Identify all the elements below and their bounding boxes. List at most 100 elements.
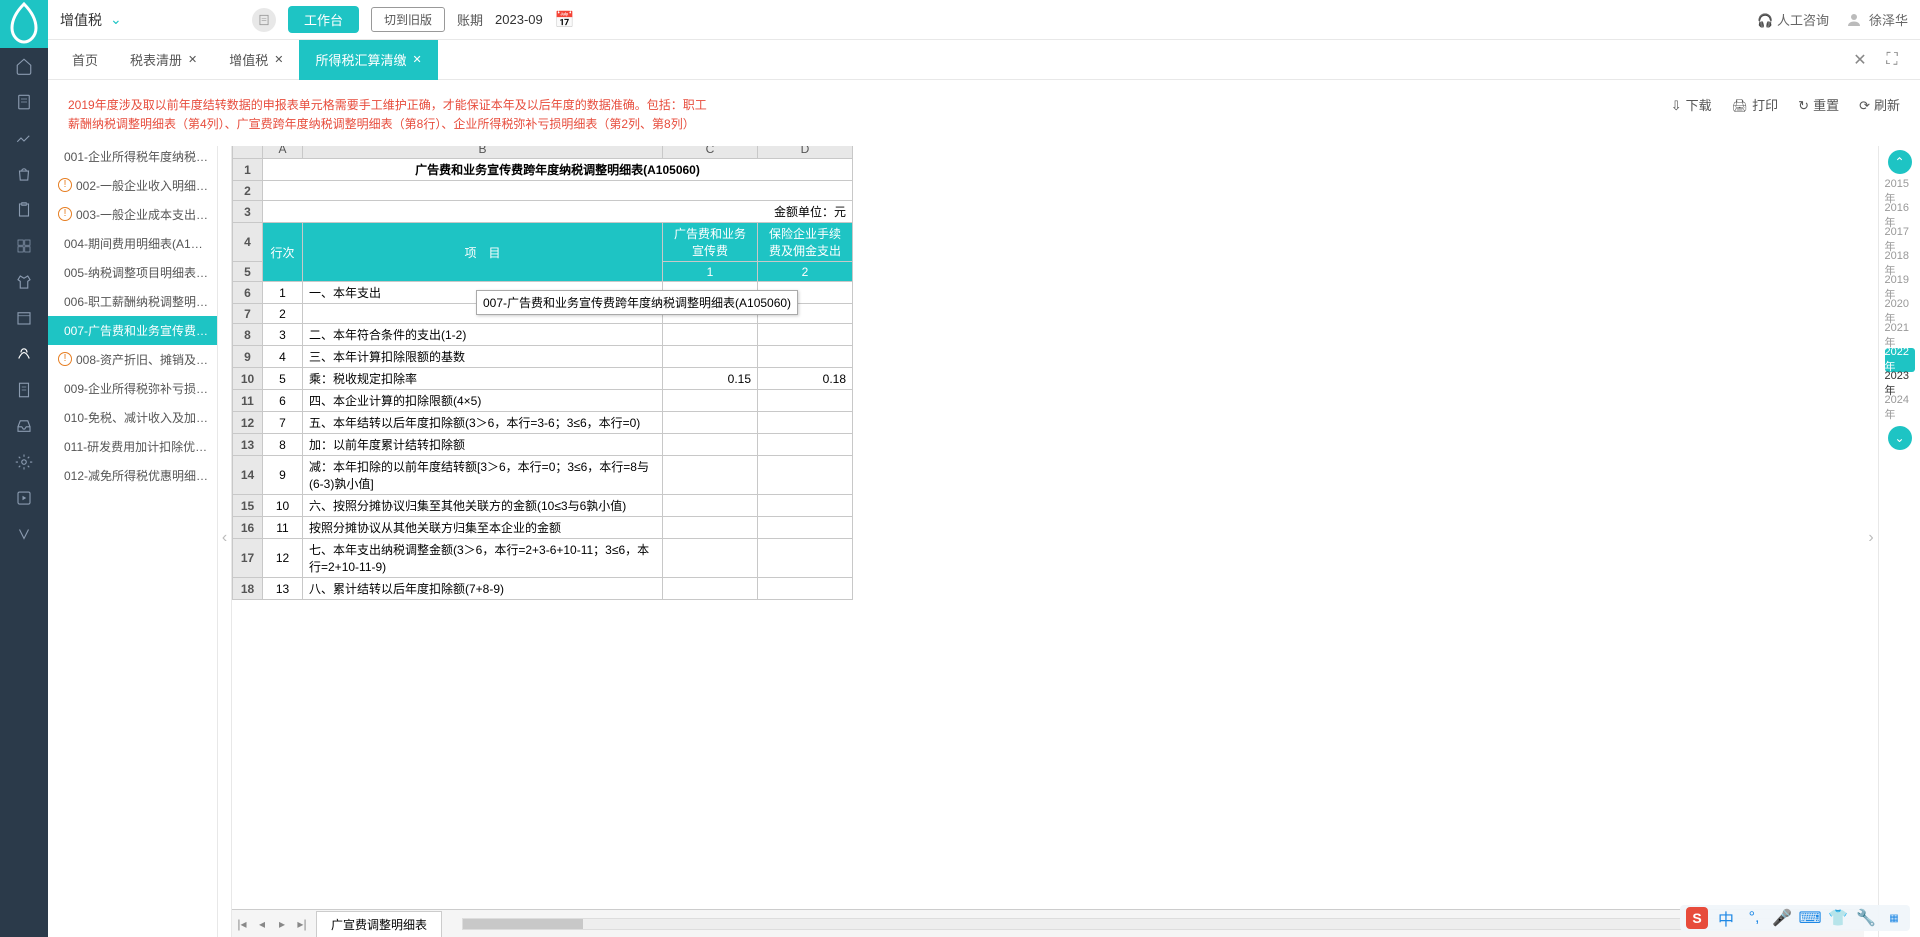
nav-shirt-icon[interactable] bbox=[0, 264, 48, 300]
cell-d-13[interactable] bbox=[758, 434, 853, 456]
form-item-1[interactable]: 002-一般企业收入明细表(A... bbox=[48, 171, 217, 200]
workspace-button[interactable]: 工作台 bbox=[288, 6, 359, 33]
ime-mic-icon[interactable]: 🎤 bbox=[1772, 908, 1792, 928]
calendar-icon[interactable]: 📅 bbox=[555, 10, 575, 30]
cell-d-9[interactable] bbox=[758, 346, 853, 368]
cell-d-8[interactable] bbox=[758, 324, 853, 346]
nav-chart-icon[interactable] bbox=[0, 120, 48, 156]
form-item-6[interactable]: 007-广告费和业务宣传费跨... bbox=[48, 316, 217, 345]
sheet-nav[interactable]: |◂◂▸▸| bbox=[232, 917, 312, 931]
tab-close-icon[interactable]: ✕ bbox=[188, 53, 197, 66]
right-collapse[interactable]: › bbox=[1864, 138, 1878, 937]
nav-play-icon[interactable] bbox=[0, 480, 48, 516]
nav-calendar-icon[interactable] bbox=[0, 300, 48, 336]
cell-c-11[interactable] bbox=[663, 390, 758, 412]
sheet-tab[interactable]: 广宣费调整明细表 bbox=[316, 911, 442, 937]
expand-icon[interactable]: ⛶ bbox=[1880, 48, 1904, 72]
form-item-11[interactable]: 012-减免所得税优惠明细表(... bbox=[48, 461, 217, 490]
year-2017年[interactable]: 2017年 bbox=[1885, 228, 1915, 252]
refresh-button[interactable]: ⟳ 刷新 bbox=[1859, 96, 1900, 117]
spreadsheet[interactable]: ABCD1广告费和业务宣传费跨年度纳税调整明细表(A105060)23金额单位：… bbox=[232, 138, 1864, 909]
nav-tax-icon[interactable] bbox=[0, 336, 48, 372]
download-button[interactable]: ⇩ 下载 bbox=[1671, 96, 1712, 117]
cell-c-15[interactable] bbox=[663, 495, 758, 517]
user-menu[interactable]: 徐泽华 bbox=[1845, 10, 1908, 29]
cell-d-12[interactable] bbox=[758, 412, 853, 434]
app-name-dropdown[interactable]: 增值税 ⌄ bbox=[60, 10, 240, 30]
switch-old-button[interactable]: 切到旧版 bbox=[371, 7, 445, 32]
close-all-icon[interactable]: ✕ bbox=[1848, 48, 1872, 72]
nav-doc-icon[interactable] bbox=[0, 84, 48, 120]
nav-clipboard-icon[interactable] bbox=[0, 192, 48, 228]
form-item-5[interactable]: 006-职工薪酬纳税调整明细... bbox=[48, 287, 217, 316]
cell-c-8[interactable] bbox=[663, 324, 758, 346]
cell-d-14[interactable] bbox=[758, 456, 853, 495]
cell-d-16[interactable] bbox=[758, 517, 853, 539]
ime-punct-icon[interactable]: °, bbox=[1744, 908, 1764, 928]
nav-inbox-icon[interactable] bbox=[0, 408, 48, 444]
row-title: 四、本企业计算的扣除限额(4×5) bbox=[303, 390, 663, 412]
nav-receipt-icon[interactable] bbox=[0, 372, 48, 408]
year-2016年[interactable]: 2016年 bbox=[1885, 204, 1915, 228]
ime-lang[interactable]: 中 bbox=[1716, 908, 1736, 928]
form-item-10[interactable]: 011-研发费用加计扣除优惠... bbox=[48, 432, 217, 461]
tab-1[interactable]: 税表清册✕ bbox=[114, 40, 213, 80]
year-up-icon[interactable]: ⌃ bbox=[1888, 150, 1912, 174]
cell-d-15[interactable] bbox=[758, 495, 853, 517]
year-2020年[interactable]: 2020年 bbox=[1885, 300, 1915, 324]
year-down-icon[interactable]: ⌄ bbox=[1888, 426, 1912, 450]
support-link[interactable]: 🎧 人工咨询 bbox=[1757, 10, 1829, 29]
hscrollbar[interactable] bbox=[462, 918, 1864, 930]
cell-d-10[interactable]: 0.18 bbox=[758, 368, 853, 390]
cell-d-17[interactable] bbox=[758, 539, 853, 578]
tooltip: 007-广告费和业务宣传费跨年度纳税调整明细表(A105060) bbox=[476, 290, 798, 315]
ime-s-icon[interactable]: S bbox=[1686, 907, 1708, 929]
year-2021年[interactable]: 2021年 bbox=[1885, 324, 1915, 348]
chevron-down-icon: ⌄ bbox=[110, 11, 122, 28]
form-item-2[interactable]: 003-一般企业成本支出明细... bbox=[48, 200, 217, 229]
cell-c-10[interactable]: 0.15 bbox=[663, 368, 758, 390]
period-label: 账期 bbox=[457, 10, 483, 29]
year-2018年[interactable]: 2018年 bbox=[1885, 252, 1915, 276]
cell-c-12[interactable] bbox=[663, 412, 758, 434]
nav-v-icon[interactable] bbox=[0, 516, 48, 552]
form-item-9[interactable]: 010-免税、减计收入及加计... bbox=[48, 403, 217, 432]
cell-c-14[interactable] bbox=[663, 456, 758, 495]
ime-grid-icon[interactable]: ▦ bbox=[1884, 908, 1904, 928]
ime-tool-icon[interactable]: 🔧 bbox=[1856, 908, 1876, 928]
print-button[interactable]: 🖨 打印 bbox=[1732, 96, 1779, 117]
cell-c-18[interactable] bbox=[663, 578, 758, 600]
cell-c-17[interactable] bbox=[663, 539, 758, 578]
cell-c-16[interactable] bbox=[663, 517, 758, 539]
year-2015年[interactable]: 2015年 bbox=[1885, 180, 1915, 204]
tab-close-icon[interactable]: ✕ bbox=[413, 53, 422, 66]
form-item-7[interactable]: 008-资产折旧、摊销及纳税... bbox=[48, 345, 217, 374]
tab-0[interactable]: 首页 bbox=[56, 40, 114, 80]
cell-c-13[interactable] bbox=[663, 434, 758, 456]
form-item-8[interactable]: 009-企业所得税弥补亏损明... bbox=[48, 374, 217, 403]
row-title: 八、累计结转以后年度扣除额(7+8-9) bbox=[303, 578, 663, 600]
collapse-handle[interactable]: ‹ bbox=[218, 138, 232, 937]
cell-d-18[interactable] bbox=[758, 578, 853, 600]
year-2022年[interactable]: 2022年 bbox=[1885, 348, 1915, 372]
nav-settings-icon[interactable] bbox=[0, 444, 48, 480]
cell-d-11[interactable] bbox=[758, 390, 853, 412]
year-2019年[interactable]: 2019年 bbox=[1885, 276, 1915, 300]
form-item-3[interactable]: 004-期间费用明细表(A1040... bbox=[48, 229, 217, 258]
ime-skin-icon[interactable]: 👕 bbox=[1828, 908, 1848, 928]
year-2024年[interactable]: 2024年 bbox=[1885, 396, 1915, 420]
nav-grid-icon[interactable] bbox=[0, 228, 48, 264]
nav-bag-icon[interactable] bbox=[0, 156, 48, 192]
form-item-4[interactable]: 005-纳税调整项目明细表(A1... bbox=[48, 258, 217, 287]
period-value[interactable]: 2023-09 bbox=[495, 12, 543, 27]
ime-keyboard-icon[interactable]: ⌨ bbox=[1800, 908, 1820, 928]
tab-close-icon[interactable]: ✕ bbox=[274, 53, 283, 66]
cell-c-9[interactable] bbox=[663, 346, 758, 368]
tab-2[interactable]: 增值税✕ bbox=[213, 40, 299, 80]
year-2023年[interactable]: 2023年 bbox=[1885, 372, 1915, 396]
row-title: 按照分摊协议从其他关联方归集至本企业的金额 bbox=[303, 517, 663, 539]
tab-3[interactable]: 所得税汇算清缴✕ bbox=[299, 40, 437, 80]
history-button[interactable] bbox=[252, 8, 276, 32]
reset-button[interactable]: ↻ 重置 bbox=[1798, 96, 1839, 117]
nav-home-icon[interactable] bbox=[0, 48, 48, 84]
